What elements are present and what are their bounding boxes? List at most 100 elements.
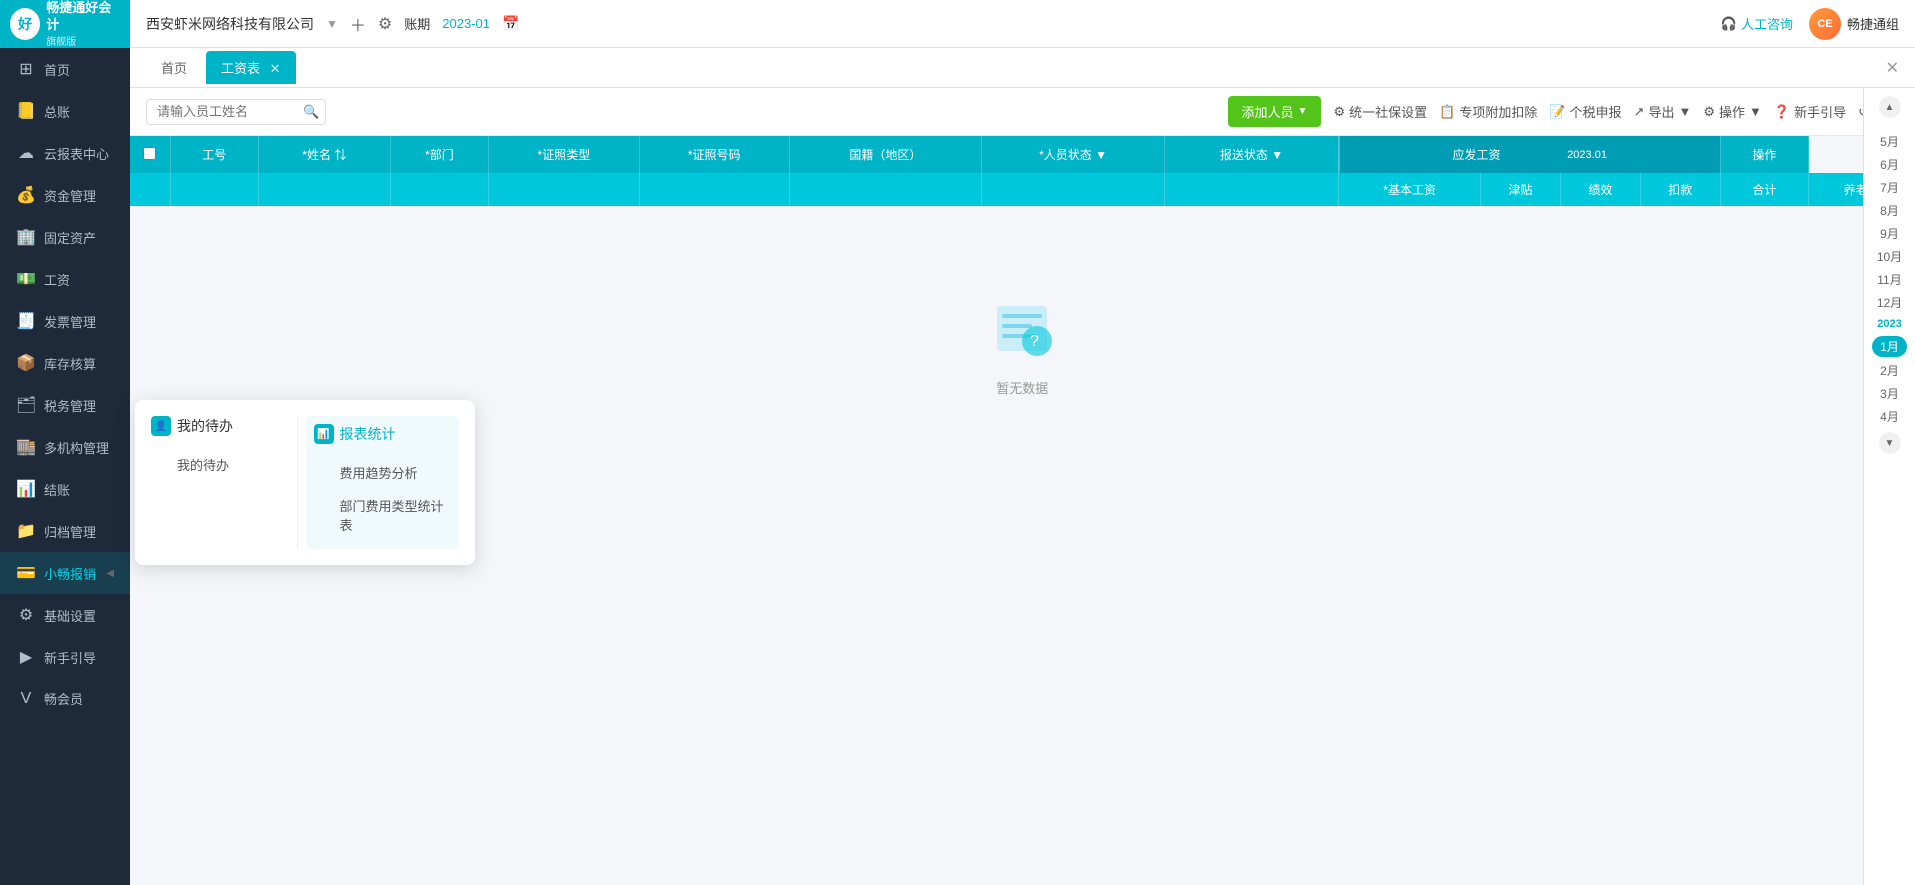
tab-salary-table[interactable]: 工资表 ✕ xyxy=(206,51,296,84)
add-person-button[interactable]: 添加人员 ▼ xyxy=(1228,96,1322,127)
sub-empty1 xyxy=(130,173,170,206)
company-name[interactable]: 西安虾米网络科技有限公司 xyxy=(146,14,314,34)
export-action[interactable]: ↗ 导出 ▼ xyxy=(1634,102,1692,121)
popup-col-todo: 👤 我的待办 我的待办 xyxy=(151,416,289,549)
operation-dropdown-icon: ▼ xyxy=(1749,104,1762,119)
popup-col-reports: 📊 报表统计 费用趋势分析 部门费用类型统计表 xyxy=(306,416,460,549)
popup-item-dept-cost[interactable]: 部门费用类型统计表 xyxy=(314,489,452,541)
timeline-month-6[interactable]: 6月 xyxy=(1864,153,1915,176)
popup-item-my-todo[interactable]: 我的待办 xyxy=(151,448,289,481)
sidebar-logo: 好 畅捷通好会计 旗舰版 xyxy=(0,0,130,48)
export-label: 导出 xyxy=(1648,102,1674,121)
company-dropdown-icon[interactable]: ▼ xyxy=(326,17,338,31)
sidebar-item-guide[interactable]: ▶ 新手引导 xyxy=(0,636,130,678)
timeline-month-11[interactable]: 11月 xyxy=(1864,268,1915,291)
period-value[interactable]: 2023-01 xyxy=(442,16,490,31)
search-input[interactable] xyxy=(157,104,297,119)
table-sub-header-row: *基本工资 津贴 绩效 扣款 合计 养老金 xyxy=(130,173,1915,206)
guide-action[interactable]: ❓ 新手引导 xyxy=(1774,102,1846,121)
tab-home[interactable]: 首页 xyxy=(146,51,202,84)
search-box[interactable]: 🔍 xyxy=(146,99,326,125)
home-icon: ⊞ xyxy=(16,59,36,79)
timeline-month-3[interactable]: 3月 xyxy=(1864,382,1915,405)
timeline-month-12[interactable]: 12月 xyxy=(1864,291,1915,314)
sidebar-item-basic[interactable]: ⚙ 基础设置 xyxy=(0,594,130,636)
sidebar-item-inventory[interactable]: 📦 库存核算 xyxy=(0,342,130,384)
sub-empty9 xyxy=(1165,173,1339,206)
tabs-close-all-button[interactable]: ✕ xyxy=(1886,58,1899,78)
sidebar-item-home[interactable]: ⊞ 首页 xyxy=(0,48,130,90)
social-security-action[interactable]: ⚙ 统一社保设置 xyxy=(1333,102,1427,121)
guide-action-icon: ❓ xyxy=(1774,104,1790,120)
sidebar-item-salary[interactable]: 💵 工资 xyxy=(0,258,130,300)
sidebar: 好 畅捷通好会计 旗舰版 ⊞ 首页 📒 总账 ☁ 云报表中心 💰 资金管理 🏢 … xyxy=(0,0,130,885)
individual-tax-label: 个税申报 xyxy=(1570,102,1622,121)
sidebar-label-expense: 小畅报销 xyxy=(44,564,96,583)
popup-col-todo-header: 👤 我的待办 xyxy=(151,416,289,436)
timeline-month-4[interactable]: 4月 xyxy=(1864,405,1915,428)
sub-empty6 xyxy=(639,173,789,206)
add-company-button[interactable]: ＋ xyxy=(350,12,366,36)
service-button[interactable]: 🎧 人工咨询 xyxy=(1721,14,1793,33)
timeline-scroll-up[interactable]: ▲ xyxy=(1879,96,1901,118)
sidebar-label-invoice: 发票管理 xyxy=(44,312,96,331)
sidebar-item-cloud[interactable]: ☁ 云报表中心 xyxy=(0,132,130,174)
user-name: 畅捷通组 xyxy=(1847,14,1899,33)
timeline-month-8[interactable]: 8月 xyxy=(1864,199,1915,222)
select-all-checkbox[interactable] xyxy=(143,147,156,160)
sidebar-item-multi[interactable]: 🏬 多机构管理 xyxy=(0,426,130,468)
calendar-icon[interactable]: 📅 xyxy=(502,15,519,32)
timeline: ▲ 5月 6月 7月 8月 9月 10月 11月 12月 2023 1月 2月 … xyxy=(1863,88,1915,885)
tab-home-label: 首页 xyxy=(161,61,187,76)
tax-deduction-icon: 📋 xyxy=(1439,104,1455,120)
sidebar-item-expense[interactable]: 💳 小畅报销 ◀ xyxy=(0,552,130,594)
col-nationality: 国籍（地区） xyxy=(789,136,981,173)
individual-tax-action[interactable]: 📝 个税申报 xyxy=(1549,102,1621,121)
cloud-icon: ☁ xyxy=(16,143,36,163)
tabs-bar: 首页 工资表 ✕ ✕ xyxy=(130,48,1915,88)
inventory-icon: 📦 xyxy=(16,353,36,373)
sidebar-label-guide: 新手引导 xyxy=(44,648,96,667)
timeline-month-1-current[interactable]: 1月 xyxy=(1872,336,1907,357)
timeline-month-7[interactable]: 7月 xyxy=(1864,176,1915,199)
sidebar-item-fund[interactable]: 💰 资金管理 xyxy=(0,174,130,216)
tax-deduction-action[interactable]: 📋 专项附加扣除 xyxy=(1439,102,1537,121)
timeline-month-5[interactable]: 5月 xyxy=(1864,130,1915,153)
sidebar-item-tax[interactable]: 🗂 税务管理 xyxy=(0,384,130,426)
sidebar-label-assets: 固定资产 xyxy=(44,228,96,247)
tab-salary-label: 工资表 xyxy=(221,61,260,76)
col-operation: 操作 xyxy=(1720,136,1809,173)
sidebar-label-salary: 工资 xyxy=(44,270,70,289)
user-info[interactable]: CE 畅捷通组 xyxy=(1809,8,1899,40)
timeline-year-2023: 2023 xyxy=(1877,314,1901,334)
member-icon: V xyxy=(16,690,36,708)
select-all-checkbox-header[interactable] xyxy=(130,136,170,173)
popup-menu: 👤 我的待办 我的待办 📊 报表统计 费用趋势分析 部门费用类型统计表 xyxy=(135,400,475,565)
add-person-label: 添加人员 xyxy=(1242,102,1294,121)
timeline-month-2[interactable]: 2月 xyxy=(1864,359,1915,382)
popup-item-cost-trend[interactable]: 费用趋势分析 xyxy=(314,456,452,489)
timeline-month-9[interactable]: 9月 xyxy=(1864,222,1915,245)
ledger-icon: 📒 xyxy=(16,101,36,121)
tab-close-icon[interactable]: ✕ xyxy=(270,61,281,76)
empty-illustration: ? xyxy=(982,286,1062,366)
salary-year-header: 2023.01 xyxy=(1567,149,1607,161)
table-header-row: 工号 *姓名 ⇅ *部门 *证照类型 *证照号码 国籍（地区） *人员状态 ▼ … xyxy=(130,136,1915,173)
timeline-scroll-down[interactable]: ▼ xyxy=(1879,432,1901,454)
operation-action[interactable]: ⚙ 操作 ▼ xyxy=(1703,102,1762,121)
sidebar-item-ledger[interactable]: 📒 总账 xyxy=(0,90,130,132)
reports-icon: 📊 xyxy=(314,424,334,444)
timeline-month-10[interactable]: 10月 xyxy=(1864,245,1915,268)
export-icon: ↗ xyxy=(1634,104,1645,120)
sidebar-item-member[interactable]: V 畅会员 xyxy=(0,678,130,719)
sidebar-item-close[interactable]: 📊 结账 xyxy=(0,468,130,510)
sub-empty7 xyxy=(789,173,981,206)
sidebar-label-archive: 归档管理 xyxy=(44,522,96,541)
col-id-type: *证照类型 xyxy=(489,136,639,173)
sidebar-item-invoice[interactable]: 🧾 发票管理 xyxy=(0,300,130,342)
logo-title: 畅捷通好会计 xyxy=(46,0,120,33)
fund-icon: 💰 xyxy=(16,185,36,205)
settings-icon[interactable]: ⚙ xyxy=(378,14,392,34)
sidebar-item-archive[interactable]: 📁 归档管理 xyxy=(0,510,130,552)
sidebar-item-assets[interactable]: 🏢 固定资产 xyxy=(0,216,130,258)
